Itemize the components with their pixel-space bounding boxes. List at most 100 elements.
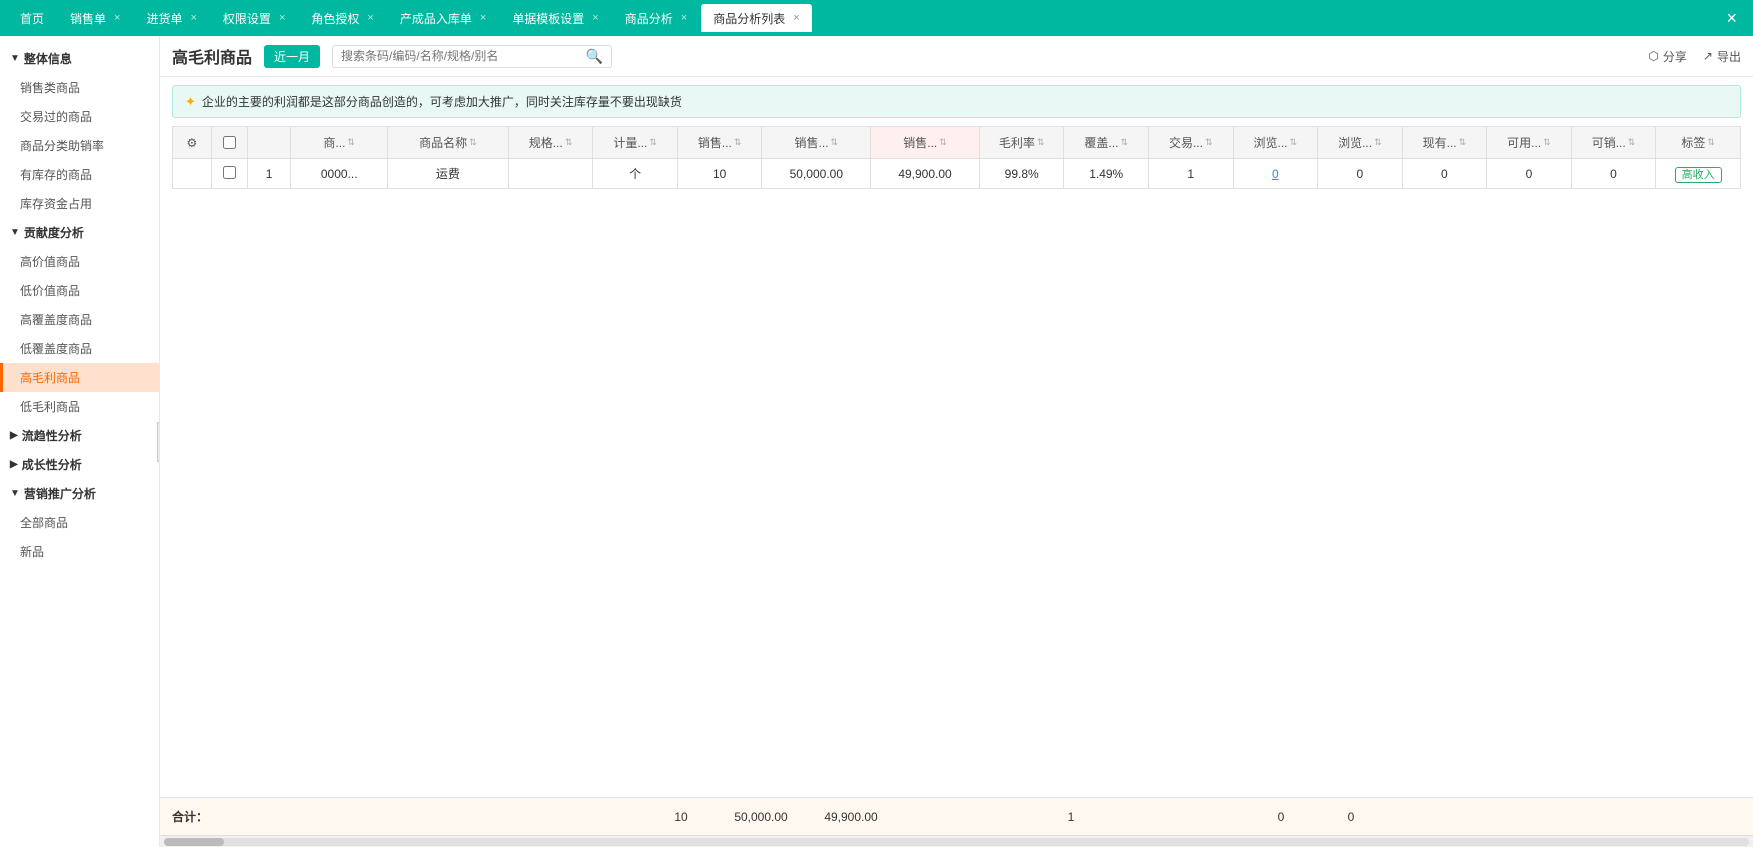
chevron-down-icon: ▼ [10,227,20,238]
sale-stock-col-header[interactable]: 可销...⇅ [1571,127,1656,159]
sidebar-item-high-coverage[interactable]: 高覆盖度商品 [0,305,159,334]
table-row: 1 0000... 运费 个 10 50,000.00 49,900.00 99… [173,159,1741,189]
page-title: 高毛利商品 [172,44,252,68]
sidebar-item-sales-goods[interactable]: 销售类商品 [0,73,159,102]
nav-tab-home[interactable]: 首页 [8,4,56,32]
sort-icon: ⇅ [734,137,742,148]
tip-icon: ✦ [185,94,196,110]
sidebar-item-all-goods[interactable]: 全部商品 [0,508,159,537]
footer-sale-qty: 10 [646,810,716,824]
chevron-right-icon: ▶ [10,430,18,441]
sale-qty-col-header[interactable]: 销售...⇅ [677,127,762,159]
select-all-checkbox[interactable] [223,136,236,149]
window-close-button[interactable]: × [1718,8,1745,29]
sidebar-group-trend[interactable]: ▶ 流趋性分析 [0,421,159,450]
sale-amount-col-header[interactable]: 销售...⇅ [762,127,871,159]
scrollbar-track[interactable] [164,838,1749,846]
spec-col-header[interactable]: 规格...⇅ [508,127,593,159]
nav-tab-product-in[interactable]: 产成品入库单 × [388,4,498,32]
sidebar-item-high-value[interactable]: 高价值商品 [0,247,159,276]
sidebar-item-new-goods[interactable]: 新品 [0,537,159,566]
tag-col-header[interactable]: 标签⇅ [1656,127,1741,159]
sidebar-item-stock-capital[interactable]: 库存资金占用 [0,189,159,218]
settings-col-header[interactable]: ⚙ [173,127,212,159]
coverage-col-header[interactable]: 覆盖...⇅ [1064,127,1149,159]
sort-icon: ⇅ [1459,137,1467,148]
nav-tab-sales[interactable]: 销售单 × [58,4,132,32]
sale-profit-col-header[interactable]: 销售...⇅ [871,127,980,159]
export-icon: ↗ [1703,49,1713,63]
row-current-stock: 0 [1402,159,1487,189]
browse2-col-header[interactable]: 浏览...⇅ [1318,127,1403,159]
sort-icon: ⇅ [565,137,573,148]
sort-icon: ⇅ [1290,137,1298,148]
row-tag: 高收入 [1656,159,1741,189]
sidebar-item-low-value[interactable]: 低价值商品 [0,276,159,305]
sidebar-item-high-margin[interactable]: 高毛利商品 [0,363,159,392]
browse1-col-header[interactable]: 浏览...⇅ [1233,127,1318,159]
sort-icon: ⇅ [1120,137,1128,148]
row-checkbox[interactable] [211,159,247,189]
sidebar-item-traded-goods[interactable]: 交易过的商品 [0,102,159,131]
nav-tab-product-analysis-list[interactable]: 商品分析列表 × [701,4,811,32]
row-select-checkbox[interactable] [223,166,236,179]
index-col-header [247,127,290,159]
close-icon[interactable]: × [367,12,373,24]
row-sale-amount: 50,000.00 [762,159,871,189]
sidebar-item-low-coverage[interactable]: 低覆盖度商品 [0,334,159,363]
nav-tab-product-analysis[interactable]: 商品分析 × [613,4,699,32]
gross-margin-col-header[interactable]: 毛利率⇅ [979,127,1064,159]
top-navigation: 首页 销售单 × 进货单 × 权限设置 × 角色授权 × 产成品入库单 × 单据… [0,0,1753,36]
search-input[interactable] [341,49,582,63]
nav-tab-permission[interactable]: 权限设置 × [211,4,297,32]
row-browse2: 0 [1318,159,1403,189]
row-settings [173,159,212,189]
row-name: 运费 [388,159,509,189]
name-col-header[interactable]: 商品名称⇅ [388,127,509,159]
checkbox-col-header[interactable] [211,127,247,159]
close-icon[interactable]: × [190,12,196,24]
close-icon[interactable]: × [793,12,799,24]
sidebar-item-low-margin[interactable]: 低毛利商品 [0,392,159,421]
sidebar-group-overall[interactable]: ▼ 整体信息 [0,44,159,73]
sidebar-group-contribution[interactable]: ▼ 贡献度分析 [0,218,159,247]
row-spec [508,159,593,189]
sort-icon: ⇅ [1205,137,1213,148]
share-button[interactable]: ⬡ 分享 [1648,48,1687,65]
row-unit: 个 [593,159,678,189]
row-avail-stock: 0 [1487,159,1572,189]
sort-icon: ⇅ [1543,137,1551,148]
close-icon[interactable]: × [279,12,285,24]
avail-stock-col-header[interactable]: 可用...⇅ [1487,127,1572,159]
nav-tab-purchase[interactable]: 进货单 × [134,4,208,32]
close-icon[interactable]: × [480,12,486,24]
footer-totals: 合计： 10 50,000.00 49,900.00 1 0 0 [160,797,1753,835]
search-icon[interactable]: 🔍 [586,48,603,65]
period-button[interactable]: 近一月 [264,45,320,68]
sidebar-item-category-rate[interactable]: 商品分类助销率 [0,131,159,160]
table-wrapper: ⚙ 商...⇅ 商品名称⇅ 规格...⇅ [160,126,1753,797]
row-browse1[interactable]: 0 [1233,159,1318,189]
unit-col-header[interactable]: 计量...⇅ [593,127,678,159]
code-col-header[interactable]: 商...⇅ [291,127,388,159]
scrollbar-thumb[interactable] [164,838,224,846]
sidebar-group-marketing[interactable]: ▼ 营销推广分析 [0,479,159,508]
close-icon[interactable]: × [114,12,120,24]
nav-tab-role[interactable]: 角色授权 × [299,4,385,32]
row-gross-margin: 99.8% [979,159,1064,189]
header-actions: ⬡ 分享 ↗ 导出 [1648,48,1741,65]
sidebar-collapse-button[interactable]: « [157,422,160,462]
sidebar-item-in-stock-goods[interactable]: 有库存的商品 [0,160,159,189]
sidebar-group-growth[interactable]: ▶ 成长性分析 [0,450,159,479]
close-icon[interactable]: × [681,12,687,24]
current-stock-col-header[interactable]: 现有...⇅ [1402,127,1487,159]
search-box: 🔍 [332,45,612,68]
nav-tab-template[interactable]: 单据模板设置 × [500,4,610,32]
export-button[interactable]: ↗ 导出 [1703,48,1741,65]
row-index: 1 [247,159,290,189]
trade-col-header[interactable]: 交易...⇅ [1148,127,1233,159]
horizontal-scrollbar[interactable] [160,835,1753,847]
sort-icon: ⇅ [347,137,355,148]
close-icon[interactable]: × [592,12,598,24]
main-layout: « ▼ 整体信息 销售类商品 交易过的商品 商品分类助销率 有库存的商品 库存资… [0,36,1753,847]
